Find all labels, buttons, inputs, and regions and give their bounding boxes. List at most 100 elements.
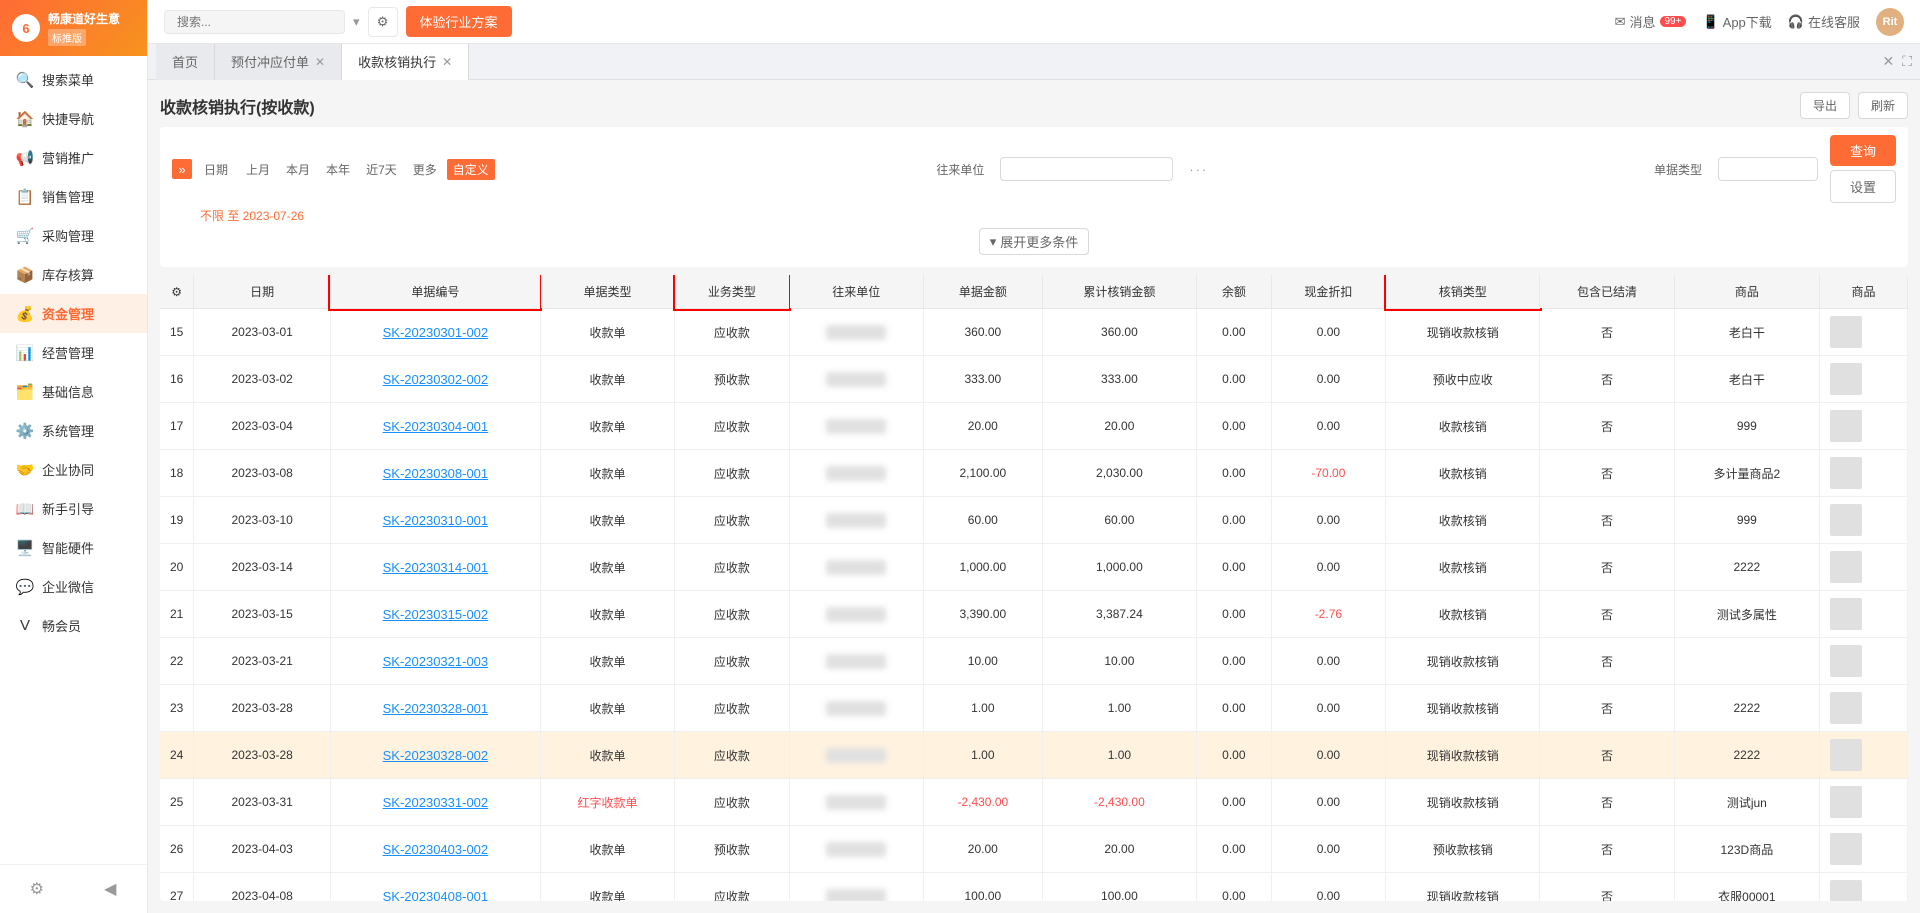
export-button[interactable]: 导出 — [1800, 92, 1850, 119]
cell-goods: 老白干 — [1674, 309, 1819, 356]
cell-partner — [789, 873, 923, 902]
col-goods-header: 商品 — [1674, 275, 1819, 309]
cell-partner — [789, 309, 923, 356]
order-no-link[interactable]: SK-20230304-001 — [383, 419, 489, 434]
filter-settings-button[interactable]: 设置 — [1830, 170, 1896, 203]
sidebar-item-label: 新手引导 — [42, 499, 94, 518]
operation-icon: 📊 — [16, 344, 34, 362]
sidebar-item-label: 经营管理 — [42, 343, 94, 362]
cell-order-type: 收款单 — [540, 403, 674, 450]
order-no-link[interactable]: SK-20230408-001 — [383, 889, 489, 902]
date-this-month[interactable]: 本月 — [280, 159, 316, 180]
order-no-link[interactable]: SK-20230314-001 — [383, 560, 489, 575]
sidebar-item-guide[interactable]: 📖新手引导 — [0, 489, 147, 528]
phone-icon: 📱 — [1702, 14, 1718, 30]
order-type-select[interactable] — [1718, 157, 1818, 181]
cell-balance: 0.00 — [1197, 779, 1272, 826]
collapse-icon[interactable]: ◀ — [94, 873, 126, 905]
data-table-container: ⚙ 日期 单据编号 单据类型 业务类型 往来单位 单据金额 累计核销金额 余额 … — [160, 275, 1908, 901]
sidebar-item-quick[interactable]: 🏠快捷导航 — [0, 99, 147, 138]
table-settings-header[interactable]: ⚙ — [160, 275, 194, 309]
sidebar-item-enterprise[interactable]: 🤝企业协同 — [0, 450, 147, 489]
cell-index: 27 — [160, 873, 194, 902]
order-no-link[interactable]: SK-20230321-003 — [383, 654, 489, 669]
maximize-icon[interactable]: ⛶ — [1902, 53, 1912, 70]
table-row: 15 2023-03-01 SK-20230301-002 收款单 应收款 36… — [160, 309, 1908, 356]
order-no-link[interactable]: SK-20230328-001 — [383, 701, 489, 716]
settings-icon[interactable]: ⚙ — [21, 873, 53, 905]
cell-balance: 0.00 — [1197, 591, 1272, 638]
cell-date: 2023-03-31 — [194, 779, 331, 826]
online-service-button[interactable]: 🎧 在线客服 — [1788, 12, 1860, 31]
cell-cancel-type: 现销收款核销 — [1386, 873, 1540, 902]
cell-partner — [789, 403, 923, 450]
cell-goods-img — [1820, 638, 1908, 685]
sidebar-item-marketing[interactable]: 📢营销推广 — [0, 138, 147, 177]
date-this-year[interactable]: 本年 — [320, 159, 356, 180]
order-no-link[interactable]: SK-20230301-002 — [383, 325, 489, 340]
sidebar-item-sales[interactable]: 📋销售管理 — [0, 177, 147, 216]
sidebar-item-basic[interactable]: 🗂️基础信息 — [0, 372, 147, 411]
sidebar-item-wechat[interactable]: 💬企业微信 — [0, 567, 147, 606]
cell-balance: 0.00 — [1197, 497, 1272, 544]
sidebar-item-inventory[interactable]: 📦库存核算 — [0, 255, 147, 294]
sidebar-item-hardware[interactable]: 🖥️智能硬件 — [0, 528, 147, 567]
tab-verify[interactable]: 收款核销执行✕ — [342, 44, 469, 80]
tab-close-icon[interactable]: ✕ — [315, 55, 325, 69]
sidebar-item-member[interactable]: V畅会员 — [0, 606, 147, 645]
cell-cancel-type: 收款核销 — [1386, 450, 1540, 497]
order-no-link[interactable]: SK-20230328-002 — [383, 748, 489, 763]
partner-more-icon[interactable]: ··· — [1189, 162, 1208, 177]
sidebar-item-operation[interactable]: 📊 经营管理 — [0, 333, 147, 372]
cell-amount: -2,430.00 — [923, 779, 1042, 826]
cell-order-no: SK-20230315-002 — [330, 591, 540, 638]
filter-row-1: » 日期 上月 本月 本年 近7天 更多 自定义 往来单位 ··· 单据类型 — [172, 135, 1896, 203]
tab-close-icon[interactable]: ✕ — [442, 55, 452, 69]
sidebar-item-purchase[interactable]: 🛒采购管理 — [0, 216, 147, 255]
order-no-link[interactable]: SK-20230315-002 — [383, 607, 489, 622]
user-avatar[interactable]: Rit — [1876, 8, 1904, 36]
cell-goods: 测试jun — [1674, 779, 1819, 826]
expand-conditions-button[interactable]: ▾ 展开更多条件 — [979, 228, 1090, 255]
tab-home[interactable]: 首页 — [156, 44, 215, 80]
refresh-button[interactable]: 刷新 — [1858, 92, 1908, 119]
sidebar-item-label: 畅会员 — [42, 616, 81, 635]
order-no-link[interactable]: SK-20230310-001 — [383, 513, 489, 528]
cell-partner — [789, 497, 923, 544]
search-input[interactable] — [164, 10, 345, 34]
order-no-link[interactable]: SK-20230302-002 — [383, 372, 489, 387]
cell-goods: 2222 — [1674, 732, 1819, 779]
page-header: 收款核销执行(按收款) 导出 刷新 — [160, 92, 1908, 119]
topbar-gear-button[interactable]: ⚙ — [368, 7, 398, 37]
industry-solution-button[interactable]: 体验行业方案 — [406, 6, 512, 37]
date-last-month[interactable]: 上月 — [240, 159, 276, 180]
col-cancel-type-header: 核销类型 — [1386, 275, 1540, 309]
dropdown-arrow-icon[interactable]: ▾ — [353, 14, 360, 30]
cell-amount: 20.00 — [923, 826, 1042, 873]
tab-prepay[interactable]: 预付冲应付单✕ — [215, 44, 342, 80]
message-button[interactable]: ✉ 消息 99+ — [1615, 12, 1687, 31]
date-custom-button[interactable]: 自定义 — [447, 159, 495, 180]
cell-goods-img — [1820, 450, 1908, 497]
partner-input[interactable] — [1000, 157, 1173, 181]
filter-toggle-button[interactable]: » — [172, 159, 192, 179]
date-last-7-days[interactable]: 近7天 — [360, 159, 403, 180]
order-no-link[interactable]: SK-20230331-002 — [383, 795, 489, 810]
sidebar-item-search[interactable]: 🔍搜索菜单 — [0, 60, 147, 99]
logo-icon: 6 — [12, 14, 40, 42]
cell-date: 2023-04-03 — [194, 826, 331, 873]
app-download-button[interactable]: 📱 App下载 — [1702, 12, 1771, 31]
sidebar-item-finance[interactable]: 💰资金管理 — [0, 294, 147, 333]
hardware-icon: 🖥️ — [16, 539, 34, 557]
query-button[interactable]: 查询 — [1830, 135, 1896, 166]
table-row: 23 2023-03-28 SK-20230328-001 收款单 应收款 1.… — [160, 685, 1908, 732]
date-more[interactable]: 更多 — [407, 159, 443, 180]
order-no-link[interactable]: SK-20230308-001 — [383, 466, 489, 481]
cell-discount: 0.00 — [1271, 309, 1385, 356]
order-no-link[interactable]: SK-20230403-002 — [383, 842, 489, 857]
sidebar-item-system[interactable]: ⚙️系统管理 — [0, 411, 147, 450]
table-row: 19 2023-03-10 SK-20230310-001 收款单 应收款 60… — [160, 497, 1908, 544]
cell-amount: 20.00 — [923, 403, 1042, 450]
tab-label: 首页 — [172, 52, 198, 71]
close-all-tabs-icon[interactable]: ✕ — [1882, 53, 1894, 70]
